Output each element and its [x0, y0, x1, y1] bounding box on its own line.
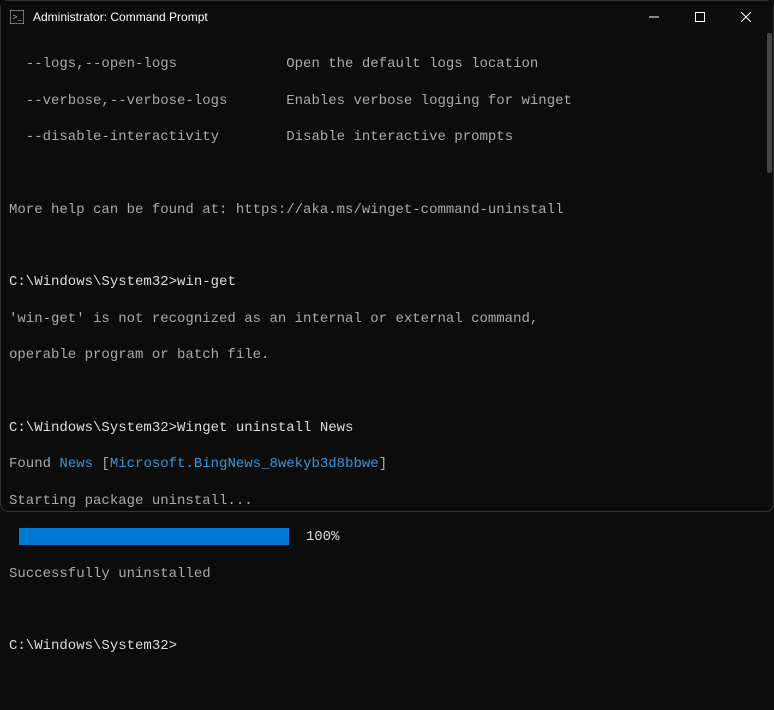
window-title: Administrator: Command Prompt: [33, 10, 631, 24]
progress-bar: [19, 528, 289, 545]
cmd-icon: >_: [9, 9, 25, 25]
found-line: Found News [Microsoft.BingNews_8wekyb3d8…: [9, 455, 765, 473]
command-line-1: C:\Windows\System32>win-get: [9, 273, 765, 291]
success-line: Successfully uninstalled: [9, 565, 765, 583]
help-more-link: More help can be found at: https://aka.m…: [9, 201, 765, 219]
command-line-2: C:\Windows\System32>Winget uninstall New…: [9, 419, 765, 437]
help-option-logs: --logs,--open-logs Open the default logs…: [9, 55, 765, 73]
progress-line: 100%: [9, 528, 765, 546]
help-option-disable: --disable-interactivity Disable interact…: [9, 128, 765, 146]
blank-line: [9, 237, 765, 255]
blank-line: [9, 164, 765, 182]
blank-line: [9, 601, 765, 619]
error-line-2: operable program or batch file.: [9, 346, 765, 364]
blank-line: [9, 383, 765, 401]
minimize-button[interactable]: [631, 1, 677, 33]
starting-line: Starting package uninstall...: [9, 492, 765, 510]
terminal-area[interactable]: --logs,--open-logs Open the default logs…: [1, 33, 773, 511]
close-button[interactable]: [723, 1, 769, 33]
help-option-verbose: --verbose,--verbose-logs Enables verbose…: [9, 92, 765, 110]
titlebar: >_ Administrator: Command Prompt: [1, 1, 773, 33]
svg-text:>_: >_: [13, 14, 23, 23]
maximize-button[interactable]: [677, 1, 723, 33]
error-line-1: 'win-get' is not recognized as an intern…: [9, 310, 765, 328]
scrollbar[interactable]: [761, 33, 773, 511]
command-line-3: C:\Windows\System32>: [9, 637, 765, 655]
scrollbar-thumb[interactable]: [767, 33, 772, 173]
window-controls: [631, 1, 769, 33]
